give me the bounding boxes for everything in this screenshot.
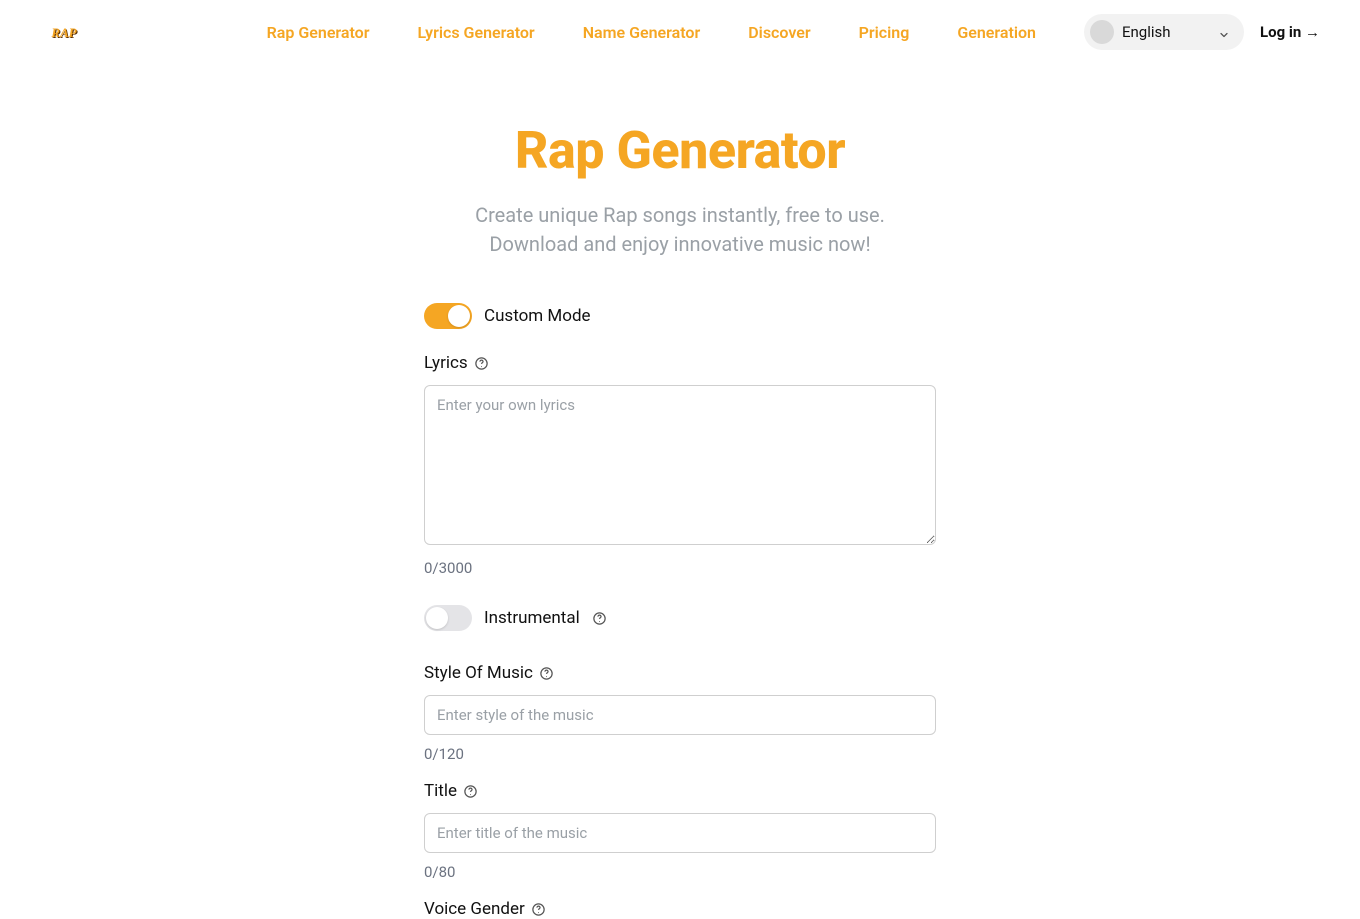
language-left: English [1090,20,1171,44]
instrumental-row: Instrumental [424,605,936,631]
voice-gender-label: Voice Gender [424,899,525,919]
flag-icon [1090,20,1114,44]
instrumental-toggle[interactable] [424,605,472,631]
style-label: Style Of Music [424,663,533,683]
lyrics-counter: 0/3000 [424,559,936,577]
nav-name-generator[interactable]: Name Generator [583,23,701,42]
language-name: English [1122,23,1171,41]
title-label: Title [424,781,457,801]
logo[interactable]: RAP [40,12,88,52]
style-label-row: Style Of Music [424,663,936,683]
page-title: Rap Generator [200,120,1160,181]
style-counter: 0/120 [424,745,936,763]
generator-form: Custom Mode Lyrics 0/3000 Instrumental S… [424,303,936,919]
help-icon[interactable] [474,356,489,371]
title-counter: 0/80 [424,863,936,881]
custom-mode-toggle[interactable] [424,303,472,329]
help-icon[interactable] [463,784,478,799]
subtitle-line-2: Download and enjoy innovative music now! [489,232,870,256]
page-subtitle: Create unique Rap songs instantly, free … [200,201,1160,259]
nav-generation[interactable]: Generation [957,23,1036,42]
title-input[interactable] [424,813,936,853]
lyrics-label: Lyrics [424,353,468,373]
main-content: Rap Generator Create unique Rap songs in… [200,64,1160,919]
help-icon[interactable] [539,666,554,681]
header-right-group: English Log in → [1084,14,1320,50]
lyrics-label-row: Lyrics [424,353,936,373]
instrumental-label: Instrumental [484,608,580,628]
custom-mode-label: Custom Mode [484,306,591,326]
nav-pricing[interactable]: Pricing [859,23,910,42]
nav-lyrics-generator[interactable]: Lyrics Generator [418,23,535,42]
main-nav: Rap Generator Lyrics Generator Name Gene… [267,14,1320,50]
voice-gender-label-row: Voice Gender [424,899,936,919]
language-selector[interactable]: English [1084,14,1244,50]
subtitle-line-1: Create unique Rap songs instantly, free … [475,203,885,227]
login-link[interactable]: Log in → [1260,23,1320,41]
title-label-row: Title [424,781,936,801]
chevron-down-icon [1218,26,1230,38]
style-input[interactable] [424,695,936,735]
help-icon[interactable] [531,902,546,917]
nav-rap-generator[interactable]: Rap Generator [267,23,370,42]
nav-discover[interactable]: Discover [748,23,810,42]
custom-mode-row: Custom Mode [424,303,936,329]
toggle-knob [426,607,448,629]
lyrics-input[interactable] [424,385,936,545]
toggle-knob [448,305,470,327]
header: RAP Rap Generator Lyrics Generator Name … [0,0,1360,64]
help-icon[interactable] [592,611,607,626]
